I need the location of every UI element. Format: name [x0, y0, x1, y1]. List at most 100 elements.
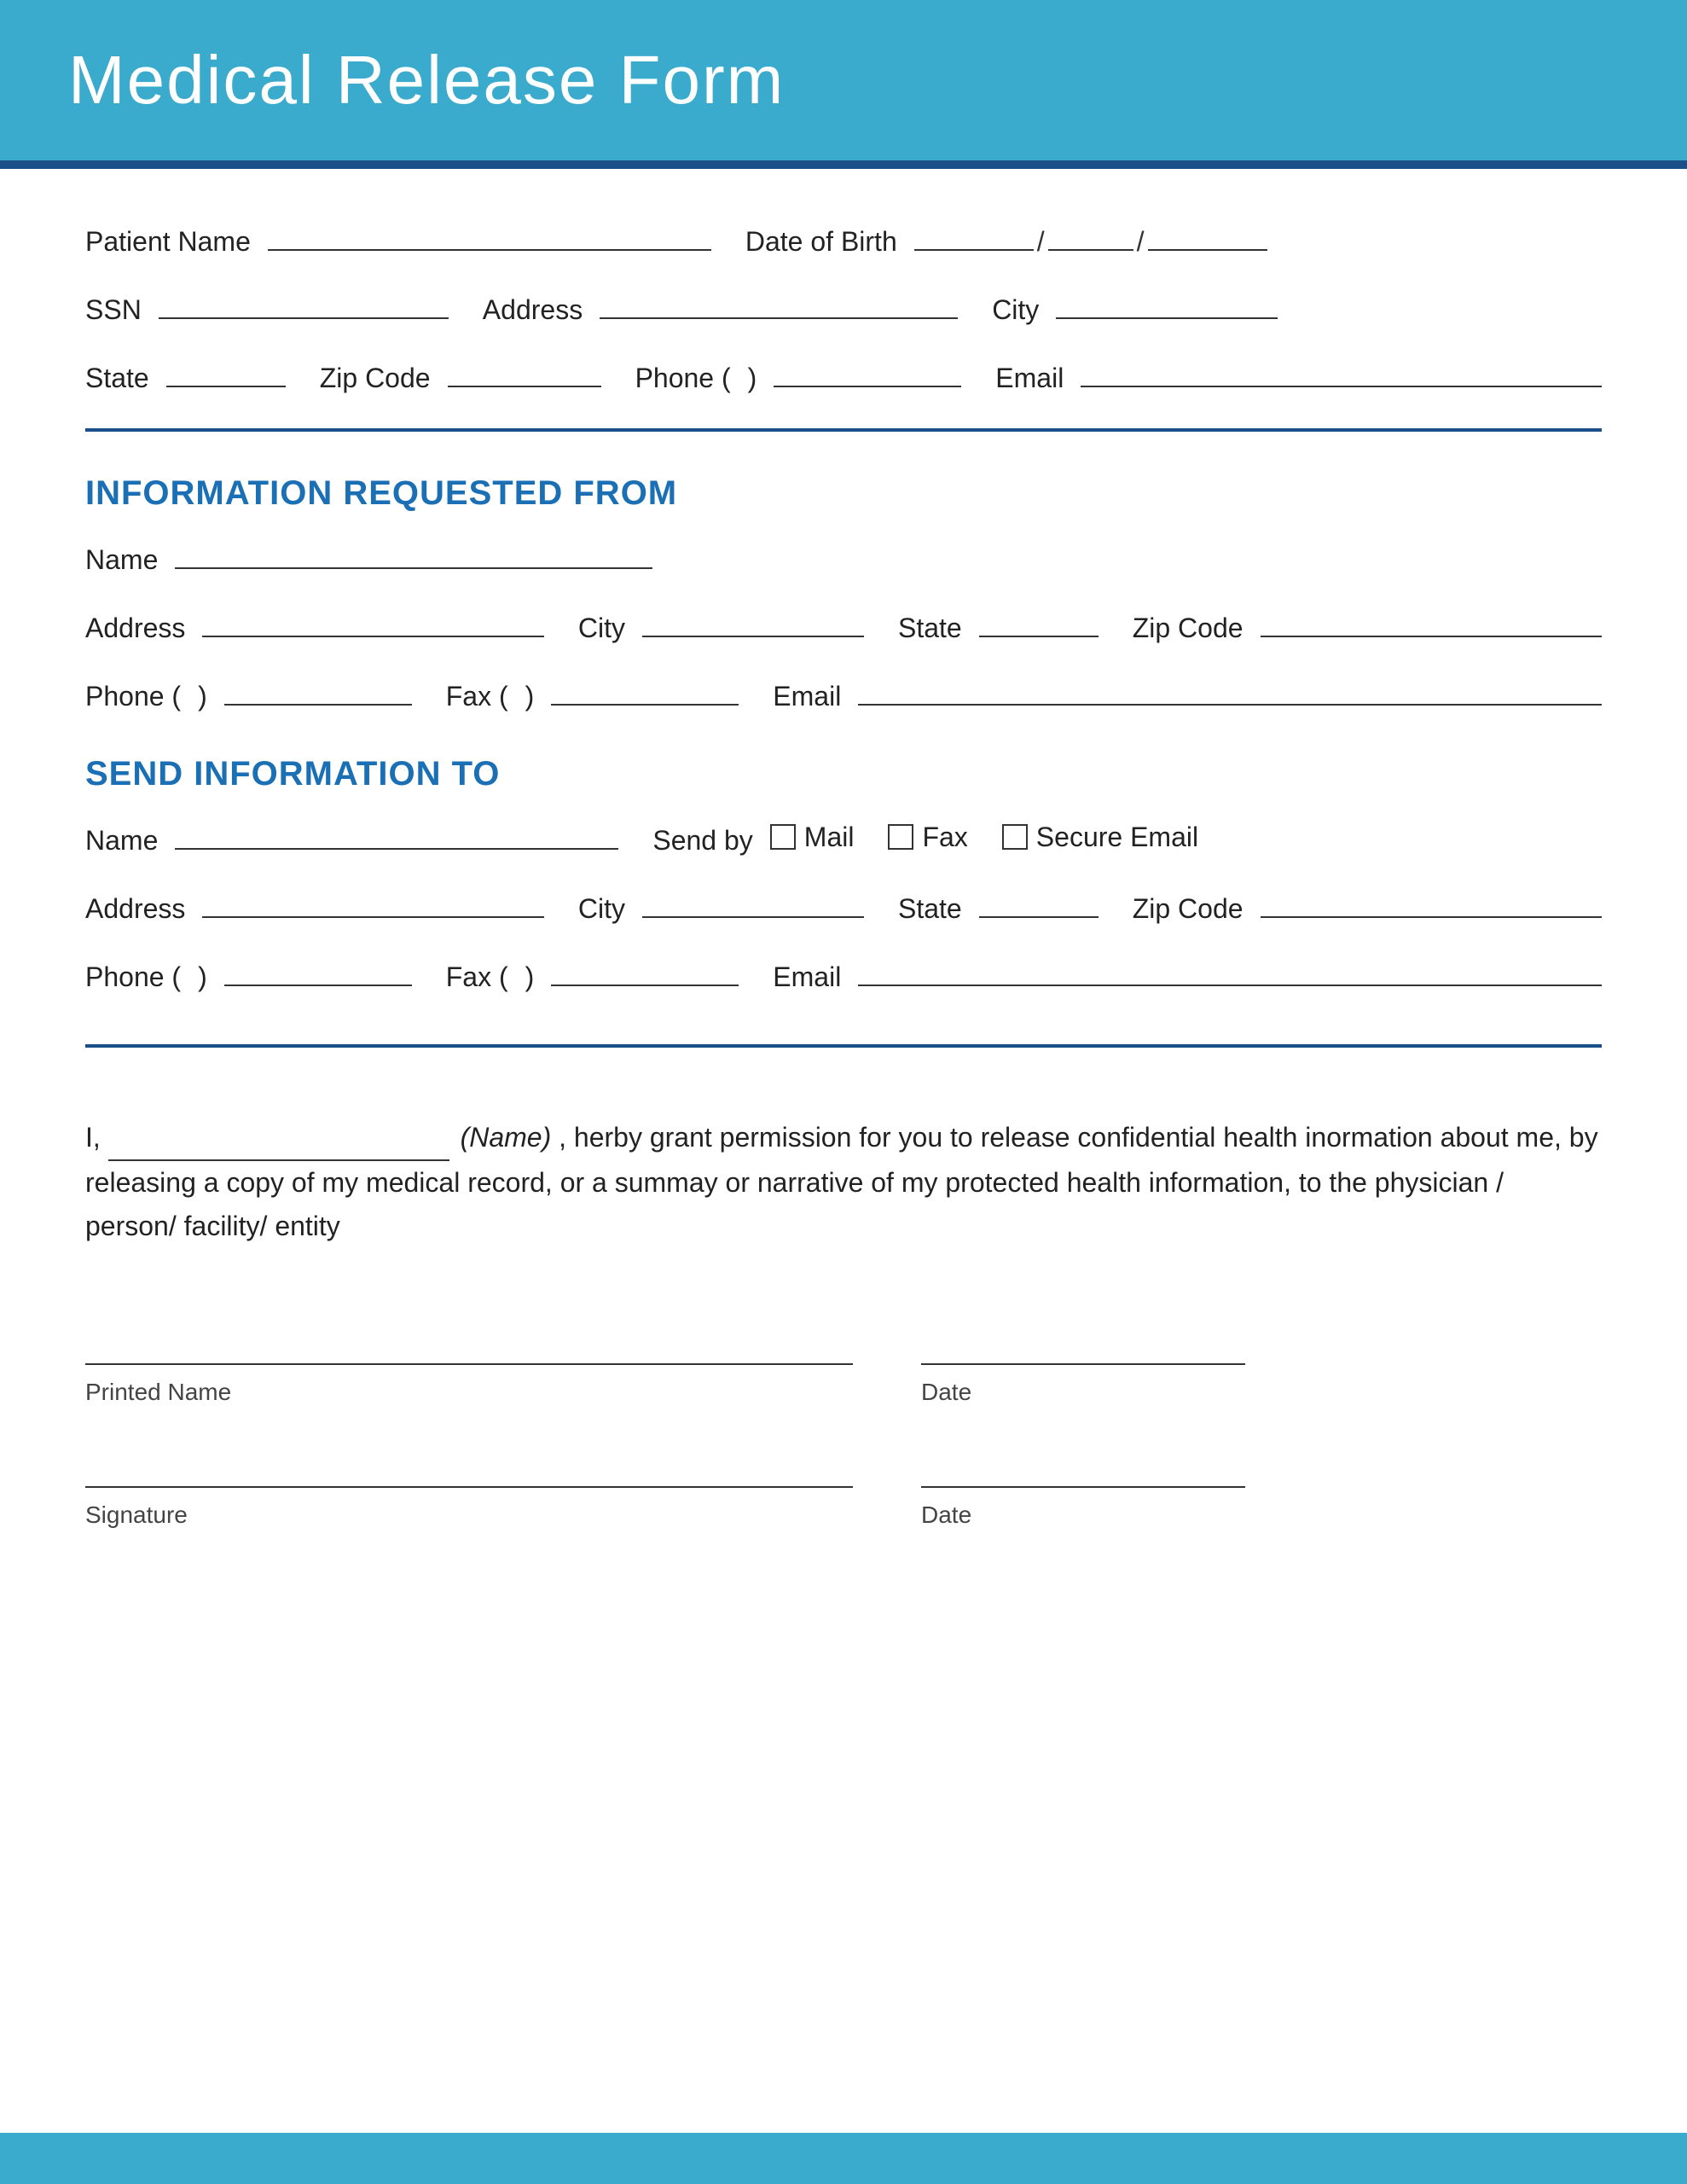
send-to-section: SEND INFORMATION TO Name Send by Mail Fa…: [85, 755, 1602, 993]
zip-input-1[interactable]: [448, 357, 601, 387]
date-1-line[interactable]: [921, 1334, 1245, 1365]
info-email-input[interactable]: [858, 675, 1602, 706]
send-zip-label: Zip Code: [1133, 893, 1244, 925]
signature-row: Signature Date: [85, 1457, 1602, 1529]
zip-label-1: Zip Code: [320, 363, 431, 394]
info-email-label: Email: [773, 681, 841, 712]
state-label-1: State: [85, 363, 149, 394]
page-title: Medical Release Form: [68, 41, 1619, 119]
consent-name-blank[interactable]: [108, 1116, 449, 1161]
phone-mid-1: ): [748, 363, 757, 394]
send-address-input[interactable]: [202, 887, 543, 918]
state-input-1[interactable]: [166, 357, 286, 387]
send-city-input[interactable]: [642, 887, 864, 918]
info-address-input[interactable]: [202, 607, 543, 637]
send-fax-input[interactable]: [551, 956, 739, 986]
dob-slash-1: /: [1037, 226, 1045, 258]
info-phone-mid: ): [198, 681, 207, 712]
secure-email-checkbox-item[interactable]: Secure Email: [1002, 822, 1198, 853]
patient-info-section: Patient Name Date of Birth / / SSN Addre…: [85, 220, 1602, 394]
state-row: State Zip Code Phone ( ) Email: [85, 357, 1602, 394]
dob-slash-2: /: [1137, 226, 1145, 258]
send-phone-row: Phone ( ) Fax ( ) Email: [85, 956, 1602, 993]
send-address-row: Address City State Zip Code: [85, 887, 1602, 925]
info-requested-title: INFORMATION REQUESTED FROM: [85, 474, 1602, 513]
info-city-label: City: [578, 613, 625, 644]
info-name-row: Name: [85, 538, 1602, 576]
email-input-1[interactable]: [1081, 357, 1602, 387]
dob-day-input[interactable]: [1048, 220, 1133, 251]
mail-checkbox-item[interactable]: Mail: [770, 822, 855, 853]
fax-checkbox-item[interactable]: Fax: [888, 822, 967, 853]
send-phone-input[interactable]: [224, 956, 412, 986]
send-address-label: Address: [85, 893, 185, 925]
date-1-group: Date: [921, 1334, 1245, 1406]
fax-checkbox[interactable]: [888, 824, 913, 850]
signature-section: Printed Name Date Signature Date: [85, 1334, 1602, 1529]
info-state-label: State: [898, 613, 962, 644]
phone-input-1[interactable]: [774, 357, 961, 387]
signature-line[interactable]: [85, 1457, 853, 1488]
fax-cb-label: Fax: [922, 822, 967, 853]
info-zip-input[interactable]: [1261, 607, 1602, 637]
consent-section: I, (Name) , herby grant permission for y…: [85, 1099, 1602, 1266]
info-name-input[interactable]: [175, 538, 652, 569]
dob-year-input[interactable]: [1148, 220, 1267, 251]
consent-name-italic: (Name): [461, 1122, 552, 1153]
info-phone-input[interactable]: [224, 675, 412, 706]
info-zip-label: Zip Code: [1133, 613, 1244, 644]
mail-label: Mail: [804, 822, 855, 853]
divider-2: [85, 1044, 1602, 1048]
dob-label: Date of Birth: [745, 226, 897, 258]
footer-bar: [0, 2133, 1687, 2184]
info-fax-mid: ): [525, 681, 535, 712]
info-phone-label: Phone (: [85, 681, 181, 712]
mail-checkbox[interactable]: [770, 824, 796, 850]
date-2-line[interactable]: [921, 1457, 1245, 1488]
page-header: Medical Release Form: [0, 0, 1687, 169]
signature-label: Signature: [85, 1502, 853, 1529]
send-by-label: Send by: [652, 825, 752, 857]
patient-name-row: Patient Name Date of Birth / /: [85, 220, 1602, 258]
phone-label-1: Phone (: [635, 363, 731, 394]
city-label-1: City: [992, 294, 1039, 326]
send-city-label: City: [578, 893, 625, 925]
ssn-input[interactable]: [159, 288, 449, 319]
ssn-row: SSN Address City: [85, 288, 1602, 326]
send-fax-label: Fax (: [446, 961, 508, 993]
send-state-label: State: [898, 893, 962, 925]
date-2-group: Date: [921, 1457, 1245, 1529]
address-input-1[interactable]: [600, 288, 958, 319]
info-phone-row: Phone ( ) Fax ( ) Email: [85, 675, 1602, 712]
send-state-input[interactable]: [979, 887, 1099, 918]
info-city-input[interactable]: [642, 607, 864, 637]
date-2-label: Date: [921, 1502, 1245, 1529]
info-fax-input[interactable]: [551, 675, 739, 706]
send-to-title: SEND INFORMATION TO: [85, 755, 1602, 793]
send-email-input[interactable]: [858, 956, 1602, 986]
consent-text-before: I,: [85, 1122, 101, 1153]
patient-name-input[interactable]: [268, 220, 711, 251]
form-content: Patient Name Date of Birth / / SSN Addre…: [0, 169, 1687, 2133]
email-label-1: Email: [995, 363, 1064, 394]
secure-email-checkbox[interactable]: [1002, 824, 1028, 850]
dob-group: / /: [914, 220, 1267, 258]
address-label-1: Address: [483, 294, 583, 326]
info-address-label: Address: [85, 613, 185, 644]
dob-month-input[interactable]: [914, 220, 1034, 251]
date-1-label: Date: [921, 1379, 1245, 1406]
info-fax-label: Fax (: [446, 681, 508, 712]
city-input-1[interactable]: [1056, 288, 1278, 319]
info-state-input[interactable]: [979, 607, 1099, 637]
info-requested-section: INFORMATION REQUESTED FROM Name Address …: [85, 474, 1602, 712]
send-email-label: Email: [773, 961, 841, 993]
send-name-input[interactable]: [175, 819, 618, 850]
printed-name-group: Printed Name: [85, 1334, 853, 1406]
send-zip-input[interactable]: [1261, 887, 1602, 918]
printed-name-line[interactable]: [85, 1334, 853, 1365]
consent-text: I, (Name) , herby grant permission for y…: [85, 1116, 1602, 1249]
send-by-checkboxes: Mail Fax Secure Email: [770, 822, 1198, 853]
ssn-label: SSN: [85, 294, 142, 326]
printed-name-row: Printed Name Date: [85, 1334, 1602, 1406]
send-phone-mid: ): [198, 961, 207, 993]
